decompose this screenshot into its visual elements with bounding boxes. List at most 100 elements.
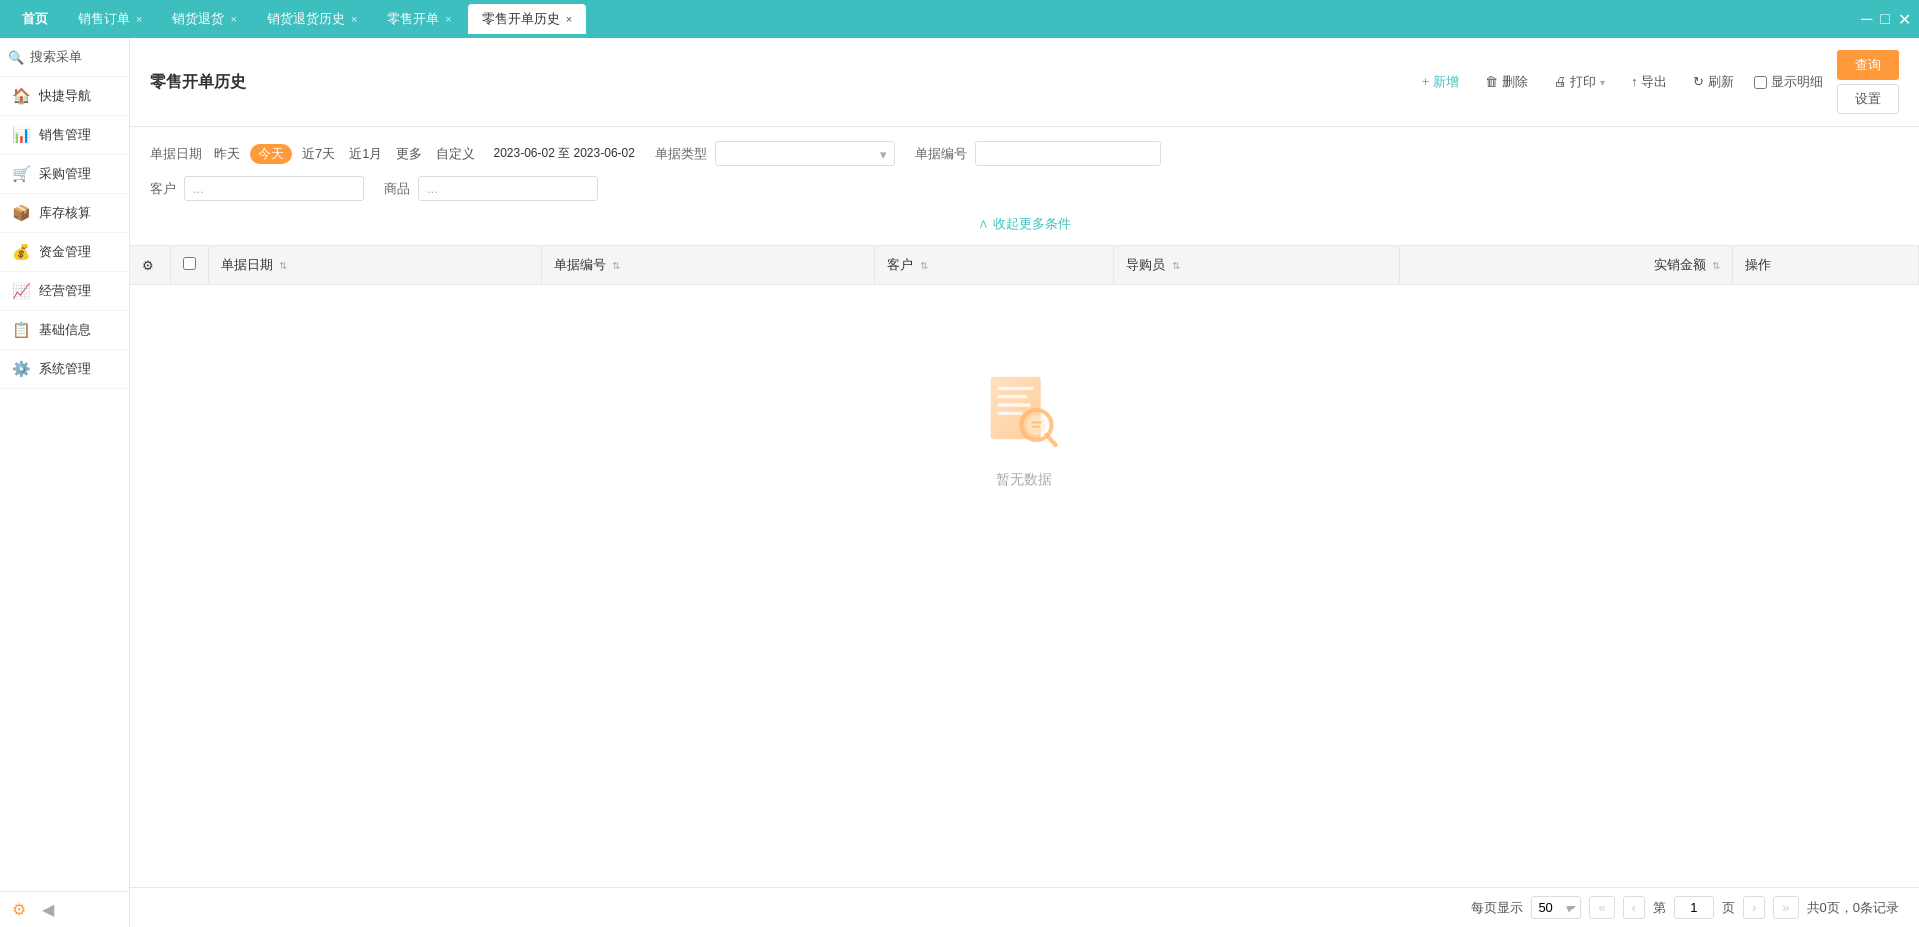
th-amount[interactable]: 实销金额 ⇅ <box>1400 246 1733 285</box>
page-label-pre: 第 <box>1653 899 1666 917</box>
operations-icon: 📈 <box>12 282 31 300</box>
collapse-button[interactable]: ∧ 收起更多条件 <box>978 211 1071 237</box>
delete-button[interactable]: 🗑 删除 <box>1479 69 1534 95</box>
finance-icon: 💰 <box>12 243 31 261</box>
page-size-wrapper: 50 10 20 100 <box>1531 896 1581 919</box>
close-btn[interactable]: ✕ <box>1898 10 1911 29</box>
display-checkbox[interactable] <box>1754 76 1767 89</box>
shortcut-custom[interactable]: 自定义 <box>432 144 479 164</box>
tab-sales-order[interactable]: 销售订单 × <box>64 4 156 34</box>
date-range-display: 2023-06-02 至 2023-06-02 <box>493 145 634 162</box>
sort-amount-icon: ⇅ <box>1712 260 1720 271</box>
maximize-btn[interactable]: □ <box>1880 10 1890 28</box>
close-tab-retail-open[interactable]: × <box>445 13 451 25</box>
svg-rect-2 <box>998 395 1028 398</box>
window-controls: ─ □ ✕ <box>1861 10 1911 29</box>
order-no-filter: 单据编号 <box>915 141 1161 166</box>
sidebar-item-quick-nav[interactable]: 🏠 快捷导航 <box>0 77 129 116</box>
close-tab-retail-history[interactable]: × <box>566 13 572 25</box>
filter-row-2: 客户 ... 商品 ... <box>150 176 1899 201</box>
sort-date-icon: ⇅ <box>279 260 287 271</box>
last-page-btn[interactable]: » <box>1773 896 1798 919</box>
tab-retail-open[interactable]: 零售开单 × <box>373 4 465 34</box>
shortcut-7days[interactable]: 近7天 <box>298 144 339 164</box>
sort-salesperson-icon: ⇅ <box>1172 260 1180 271</box>
empty-text: 暂无数据 <box>996 471 1052 489</box>
th-date[interactable]: 单据日期 ⇅ <box>208 246 541 285</box>
query-button[interactable]: 查询 <box>1837 50 1899 80</box>
inventory-icon: 📦 <box>12 204 31 222</box>
sidebar-item-operations[interactable]: 📈 经营管理 <box>0 272 129 311</box>
sidebar-item-finance[interactable]: 💰 资金管理 <box>0 233 129 272</box>
th-settings[interactable]: ⚙ <box>130 246 170 285</box>
filter-row-1: 单据日期 昨天 今天 近7天 近1月 更多 自定义 2023-06-02 至 2… <box>150 141 1899 166</box>
order-type-select[interactable] <box>715 141 895 166</box>
page-num-input[interactable] <box>1674 896 1714 919</box>
empty-state: 暂无数据 <box>130 285 1919 569</box>
svg-rect-4 <box>998 412 1023 415</box>
tab-sales-return-history[interactable]: 销货退货历史 × <box>253 4 371 34</box>
product-input[interactable]: ... <box>418 176 598 201</box>
top-tabbar: 首页 销售订单 × 销货退货 × 销货退货历史 × 零售开单 × 零售开单历史 … <box>0 0 1919 38</box>
tab-retail-history[interactable]: 零售开单历史 × <box>468 4 586 34</box>
sidebar-item-sales-mgmt[interactable]: 📊 销售管理 <box>0 116 129 155</box>
base-info-icon: 📋 <box>12 321 31 339</box>
home-icon: 🏠 <box>12 87 31 105</box>
order-type-wrapper <box>715 141 895 166</box>
minimize-btn[interactable]: ─ <box>1861 10 1872 28</box>
search-icon: 🔍 <box>8 50 24 65</box>
close-tab-sales-order[interactable]: × <box>136 13 142 25</box>
th-no[interactable]: 单据编号 ⇅ <box>541 246 874 285</box>
page-size-select[interactable]: 50 10 20 100 <box>1531 896 1581 919</box>
page-size-label: 每页显示 <box>1471 899 1523 917</box>
sys-mgmt-icon: ⚙️ <box>12 360 31 378</box>
tab-sales-return[interactable]: 销货退货 × <box>158 4 250 34</box>
purchase-icon: 🛒 <box>12 165 31 183</box>
sidebar-settings-icon[interactable]: ⚙ <box>12 900 26 919</box>
empty-row: 暂无数据 <box>130 285 1919 570</box>
shortcut-1month[interactable]: 近1月 <box>345 144 386 164</box>
display-toggle[interactable]: 显示明细 <box>1754 73 1823 91</box>
select-all-checkbox[interactable] <box>183 257 196 270</box>
print-button[interactable]: 🖨 打印 ▾ <box>1548 69 1612 95</box>
th-customer[interactable]: 客户 ⇅ <box>875 246 1114 285</box>
th-salesperson[interactable]: 导购员 ⇅ <box>1113 246 1399 285</box>
sidebar-item-purchase-mgmt[interactable]: 🛒 采购管理 <box>0 155 129 194</box>
empty-cell: 暂无数据 <box>130 285 1919 570</box>
print-dropdown-icon[interactable]: ▾ <box>1600 77 1605 88</box>
sidebar-bottom: ⚙ ◀ <box>0 891 129 927</box>
svg-line-7 <box>1047 435 1056 445</box>
empty-illustration <box>974 365 1074 455</box>
close-tab-sales-return-history[interactable]: × <box>351 13 357 25</box>
settings-button[interactable]: 设置 <box>1837 84 1899 114</box>
sidebar-item-base-info[interactable]: 📋 基础信息 <box>0 311 129 350</box>
first-page-btn[interactable]: « <box>1589 896 1614 919</box>
close-tab-sales-return[interactable]: × <box>230 13 236 25</box>
sidebar-collapse-icon[interactable]: ◀ <box>42 900 54 919</box>
refresh-button[interactable]: ↻ 刷新 <box>1687 69 1740 95</box>
export-button[interactable]: ↑ 导出 <box>1625 69 1673 95</box>
shortcut-yesterday[interactable]: 昨天 <box>210 144 244 164</box>
next-page-btn[interactable]: › <box>1743 896 1765 919</box>
sidebar-item-sys-mgmt[interactable]: ⚙️ 系统管理 <box>0 350 129 389</box>
shortcut-more[interactable]: 更多 <box>392 144 426 164</box>
sidebar-item-inventory[interactable]: 📦 库存核算 <box>0 194 129 233</box>
page-label: 页 <box>1722 899 1735 917</box>
table-header: ⚙ 单据日期 ⇅ 单据编号 ⇅ 客户 <box>130 246 1919 285</box>
th-checkbox <box>170 246 208 285</box>
add-button[interactable]: + 新增 <box>1416 69 1465 95</box>
svg-rect-1 <box>998 387 1035 390</box>
toolbar: + 新增 🗑 删除 🖨 打印 ▾ ↑ 导出 ↻ 刷新 显示明细 <box>1416 50 1899 114</box>
tab-home[interactable]: 首页 <box>8 4 62 34</box>
pagination-bar: 每页显示 50 10 20 100 « ‹ 第 页 › » 共0页，0条记录 <box>130 887 1919 927</box>
prev-page-btn[interactable]: ‹ <box>1623 896 1645 919</box>
shortcut-today[interactable]: 今天 <box>250 144 292 164</box>
product-filter: 商品 ... <box>384 176 598 201</box>
svg-rect-3 <box>998 403 1031 406</box>
order-no-input[interactable] <box>975 141 1161 166</box>
sort-customer-icon: ⇅ <box>920 260 928 271</box>
date-filter: 单据日期 昨天 今天 近7天 近1月 更多 自定义 2023-06-02 至 2… <box>150 144 635 164</box>
customer-input[interactable]: ... <box>184 176 364 201</box>
sidebar-search[interactable]: 🔍 搜索采单 <box>0 38 129 77</box>
page-title: 零售开单历史 <box>150 72 246 93</box>
